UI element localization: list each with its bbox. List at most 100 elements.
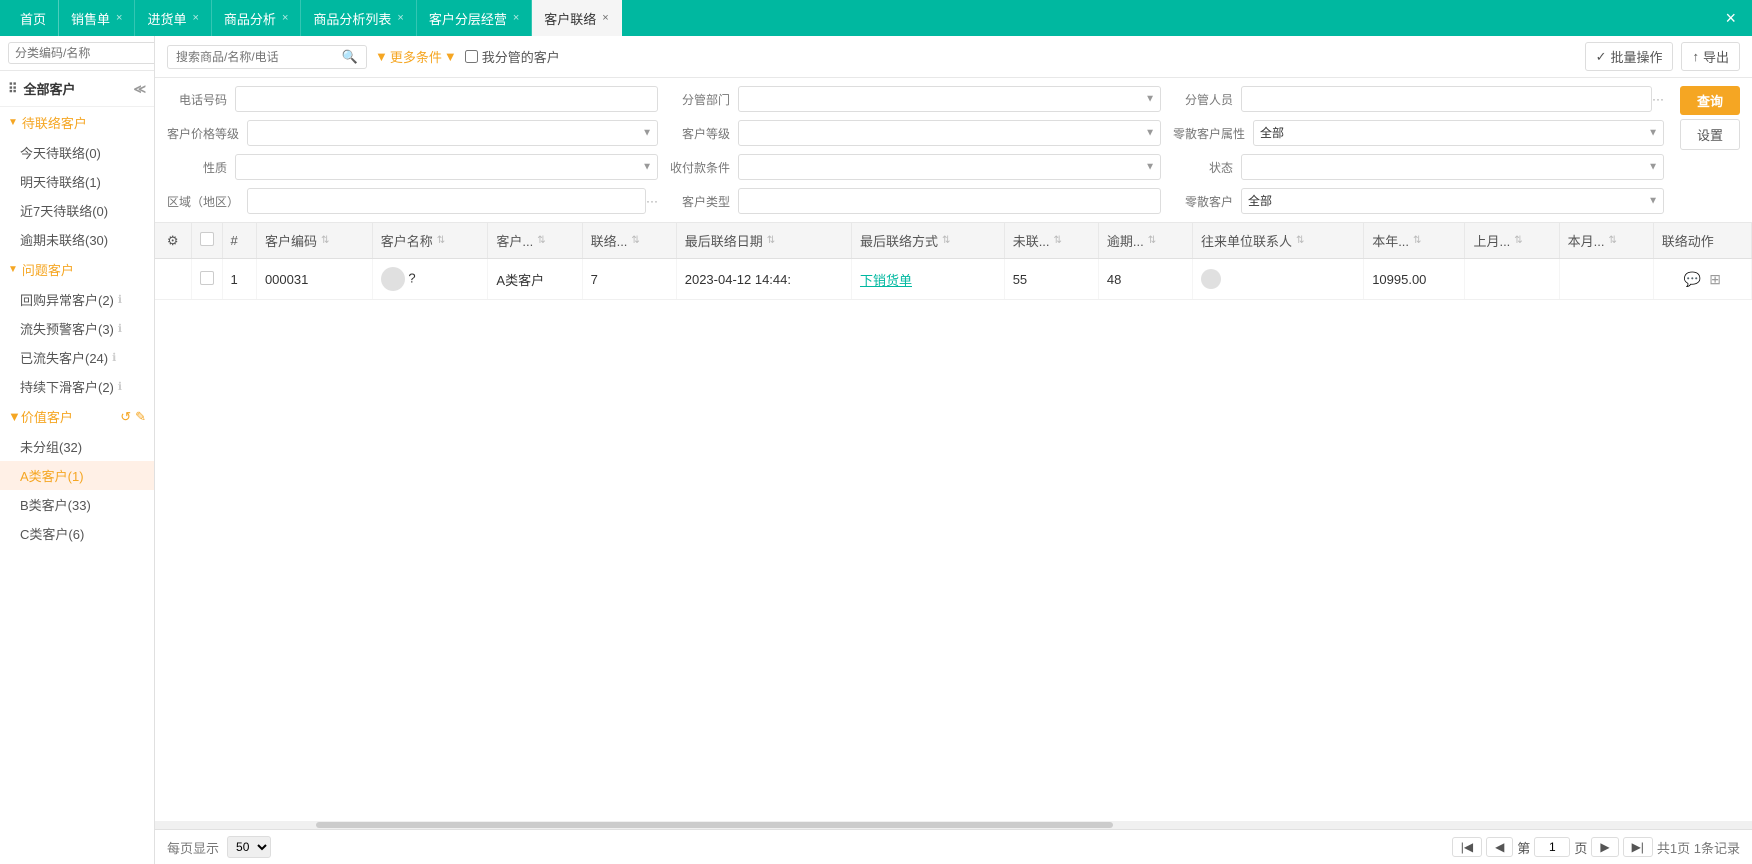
edit-icon[interactable]: ✎ [135, 409, 146, 425]
filter-dept-select[interactable] [738, 86, 1161, 112]
sidebar-item-declining[interactable]: 持续下滑客户(2) ℹ [0, 372, 154, 401]
filter-region: 区域（地区） ··· [167, 188, 658, 214]
filter-search-icon[interactable]: 🔍 [342, 49, 358, 65]
more-filter-btn[interactable]: ▼ 更多条件 ▼ [375, 47, 457, 66]
filter-customer-grade-label: 客户等级 [670, 125, 730, 142]
td-last-contact-method[interactable]: 下销货单 [851, 259, 1004, 300]
prev-page-btn[interactable]: ◀ [1486, 837, 1513, 857]
row-checkbox[interactable] [200, 271, 214, 285]
sort-category-icon: ⇅ [537, 235, 545, 246]
close-tab-analysis-list[interactable]: × [397, 12, 403, 24]
nav-tab-analysis[interactable]: 商品分析 × [212, 0, 301, 36]
th-category[interactable]: 客户...⇅ [488, 223, 582, 259]
th-last-contact-method[interactable]: 最后联络方式⇅ [851, 223, 1004, 259]
filter-search-input[interactable] [176, 50, 342, 64]
th-uncontact[interactable]: 未联...⇅ [1004, 223, 1098, 259]
nav-tab-sales[interactable]: 销售单 × [59, 0, 135, 36]
nav-home[interactable]: 首页 [8, 0, 59, 36]
last-page-btn[interactable]: ▶| [1623, 837, 1653, 857]
filter-person-input[interactable] [1241, 86, 1652, 112]
total-records: 共1页 1条记录 [1657, 838, 1740, 857]
th-last-month[interactable]: 上月...⇅ [1465, 223, 1559, 259]
close-tab-purchase[interactable]: × [192, 12, 198, 24]
problem-arrow-icon: ▼ [8, 264, 18, 275]
close-tab-analysis[interactable]: × [282, 12, 288, 24]
region-dots-btn[interactable]: ··· [646, 194, 658, 208]
nav-tab-customer-ops[interactable]: 客户分层经营 × [417, 0, 532, 36]
export-btn[interactable]: ↑ 导出 [1681, 42, 1740, 71]
td-check[interactable] [191, 259, 222, 300]
filter-region-input[interactable] [247, 188, 646, 214]
settings-btn[interactable]: 设置 [1680, 119, 1740, 150]
qr-icon[interactable]: ⊞ [1709, 271, 1721, 288]
settings-icon[interactable]: ⚙ [167, 233, 179, 248]
refresh-icon[interactable]: ↺ [120, 409, 131, 425]
next-page-btn[interactable]: ▶ [1591, 837, 1618, 857]
filter-person-label: 分管人员 [1173, 91, 1233, 108]
nav-tab-analysis-list[interactable]: 商品分析列表 × [301, 0, 416, 36]
filter-customer-grade-select[interactable] [738, 120, 1161, 146]
filter-status-select[interactable] [1241, 154, 1664, 180]
close-tab-customer-ops[interactable]: × [513, 12, 519, 24]
horizontal-scrollbar[interactable] [155, 821, 1752, 829]
filter-retail-attr-select[interactable]: 全部 [1253, 120, 1664, 146]
sidebar-item-abnormal-repurchase[interactable]: 回购异常客户(2) ℹ [0, 285, 154, 314]
filter-price-grade-select[interactable] [247, 120, 658, 146]
filter-payment: 收付款条件 ▼ [670, 154, 1161, 180]
sidebar-item-overdue[interactable]: 逾期未联络(30) [0, 225, 154, 254]
filter-customer-type-input[interactable] [738, 188, 1161, 214]
filter-phone-input[interactable] [235, 86, 658, 112]
th-unit-contact[interactable]: 往来单位联系人⇅ [1193, 223, 1364, 259]
adv-filter-row4: 区域（地区） ··· 客户类型 零散客户 全部 [167, 188, 1664, 214]
sidebar-all-customers-header[interactable]: ⠿ 全部客户 ≪ [0, 71, 154, 107]
th-code[interactable]: 客户编码⇅ [256, 223, 372, 259]
filter-price-grade: 客户价格等级 ▼ [167, 120, 658, 146]
th-check[interactable] [191, 223, 222, 259]
batch-op-btn[interactable]: ✓ 批量操作 [1585, 42, 1674, 71]
close-tab-sales[interactable]: × [116, 12, 122, 24]
sidebar-problem-customers-group[interactable]: ▼ 问题客户 [0, 254, 154, 285]
filter-payment-select[interactable] [738, 154, 1161, 180]
th-settings[interactable]: ⚙ [155, 223, 191, 259]
first-page-btn[interactable]: |◀ [1452, 837, 1482, 857]
filter-nature-select[interactable] [235, 154, 658, 180]
header-checkbox[interactable] [200, 232, 214, 246]
sidebar-pending-contact-group[interactable]: ▼ 待联络客户 [0, 107, 154, 138]
sidebar-item-ungrouped[interactable]: 未分组(32) [0, 432, 154, 461]
page-number-input[interactable] [1534, 837, 1570, 857]
sidebar-item-churned[interactable]: 已流失客户(24) ℹ [0, 343, 154, 372]
filter-status-wrap: ▼ [1241, 154, 1664, 180]
sidebar-item-type-b[interactable]: B类客户(33) [0, 490, 154, 519]
filter-status-label: 状态 [1173, 159, 1233, 176]
query-btn[interactable]: 查询 [1680, 86, 1740, 115]
th-last-contact-date[interactable]: 最后联络日期⇅ [676, 223, 851, 259]
th-contact[interactable]: 联络...⇅ [582, 223, 676, 259]
sidebar-value-customers-group[interactable]: ▼ 价值客户 ↺ ✎ [0, 401, 154, 432]
filter-retail-select[interactable]: 全部 [1241, 188, 1664, 214]
sidebar-item-churn-warning[interactable]: 流失预警客户(3) ℹ [0, 314, 154, 343]
th-this-year[interactable]: 本年...⇅ [1364, 223, 1465, 259]
table-area: ⚙ # 客户编码⇅ 客户名称⇅ 客户...⇅ [155, 223, 1752, 821]
my-customer-checkbox-wrap[interactable]: 我分管的客户 [465, 47, 560, 66]
sidebar-item-tomorrow[interactable]: 明天待联络(1) [0, 167, 154, 196]
sidebar-collapse-btn[interactable]: ≪ [133, 82, 146, 96]
sidebar-search-input[interactable] [8, 42, 155, 64]
sidebar-item-7days[interactable]: 近7天待联络(0) [0, 196, 154, 225]
nav-tab-purchase[interactable]: 进货单 × [135, 0, 211, 36]
scrollbar-thumb[interactable] [316, 822, 1113, 828]
last-contact-method-link[interactable]: 下销货单 [860, 273, 912, 288]
main-layout: 🔍 ⠿ 全部客户 ≪ ▼ 待联络客户 今天待联络(0) 明天待联络(1) 近7天… [0, 36, 1752, 864]
sidebar-item-today[interactable]: 今天待联络(0) [0, 138, 154, 167]
th-name[interactable]: 客户名称⇅ [372, 223, 488, 259]
th-this-month[interactable]: 本月...⇅ [1559, 223, 1653, 259]
close-all-tabs[interactable]: × [1717, 8, 1744, 29]
my-customer-checkbox[interactable] [465, 50, 478, 63]
per-page-select[interactable]: 50 [227, 836, 271, 858]
th-overdue[interactable]: 逾期...⇅ [1098, 223, 1192, 259]
nav-tab-customer-contact[interactable]: 客户联络 × [532, 0, 621, 36]
sidebar-item-type-a[interactable]: A类客户(1) [0, 461, 154, 490]
close-tab-customer-contact[interactable]: × [602, 12, 608, 24]
sidebar-item-type-c[interactable]: C类客户(6) [0, 519, 154, 548]
person-dots-btn[interactable]: ··· [1652, 92, 1664, 106]
chat-icon[interactable]: 💬 [1684, 271, 1701, 288]
